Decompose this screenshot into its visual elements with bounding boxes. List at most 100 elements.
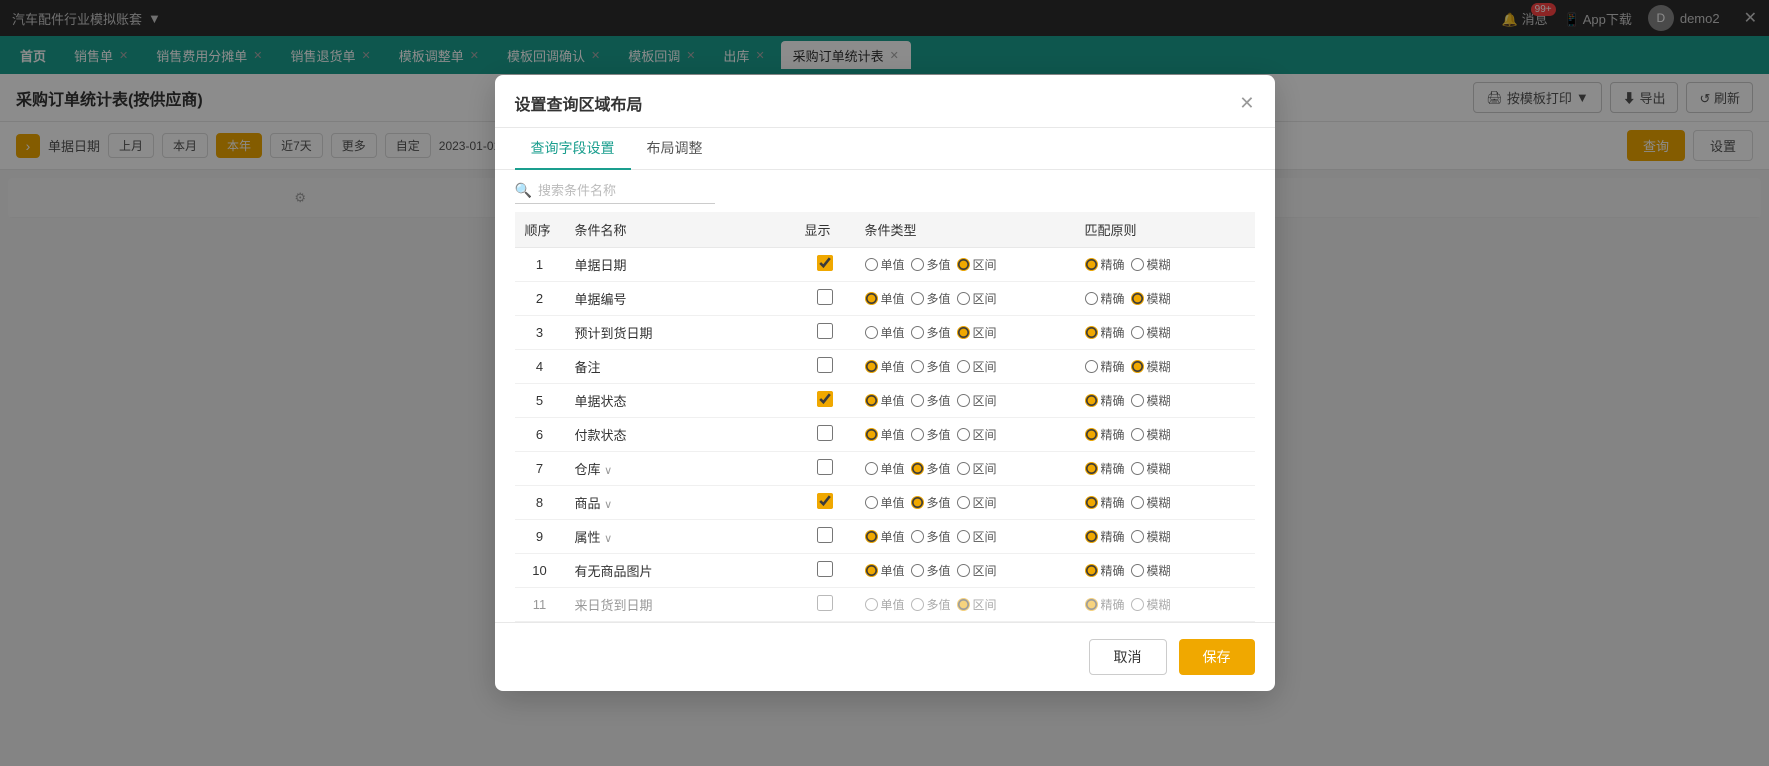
match-option-模糊-5[interactable]: 模糊 [1131,392,1171,409]
display-checkbox-2[interactable] [817,289,833,305]
row-display-9 [795,520,855,554]
type-option-区间-11[interactable]: 区间 [957,596,997,613]
display-checkbox-8[interactable] [817,493,833,509]
type-option-单值-7[interactable]: 单值 [865,460,905,477]
match-option-精确-8[interactable]: 精确 [1085,494,1125,511]
display-checkbox-1[interactable] [817,255,833,271]
type-option-多值-8[interactable]: 多值 [911,494,951,511]
row-display-10 [795,554,855,588]
cancel-button[interactable]: 取消 [1089,639,1167,675]
display-checkbox-5[interactable] [817,391,833,407]
type-option-单值-11[interactable]: 单值 [865,596,905,613]
type-option-单值-6[interactable]: 单值 [865,426,905,443]
match-option-精确-6[interactable]: 精确 [1085,426,1125,443]
type-option-多值-7[interactable]: 多值 [911,460,951,477]
type-option-单值-8[interactable]: 单值 [865,494,905,511]
row-display-3 [795,316,855,350]
type-option-区间-1[interactable]: 区间 [957,256,997,273]
th-condition-name: 条件名称 [565,212,795,248]
display-checkbox-6[interactable] [817,425,833,441]
match-option-精确-7[interactable]: 精确 [1085,460,1125,477]
match-option-模糊-1[interactable]: 模糊 [1131,256,1171,273]
match-option-精确-9[interactable]: 精确 [1085,528,1125,545]
match-option-精确-1[interactable]: 精确 [1085,256,1125,273]
match-option-精确-10[interactable]: 精确 [1085,562,1125,579]
display-checkbox-3[interactable] [817,323,833,339]
match-option-模糊-9[interactable]: 模糊 [1131,528,1171,545]
match-option-模糊-10[interactable]: 模糊 [1131,562,1171,579]
display-checkbox-7[interactable] [817,459,833,475]
type-option-多值-2[interactable]: 多值 [911,290,951,307]
row-type-6: 单值多值区间 [855,418,1075,452]
row-order-2: 2 [515,282,565,316]
display-checkbox-10[interactable] [817,561,833,577]
match-option-模糊-2[interactable]: 模糊 [1131,290,1171,307]
type-option-区间-5[interactable]: 区间 [957,392,997,409]
match-option-模糊-11[interactable]: 模糊 [1131,596,1171,613]
type-option-多值-10[interactable]: 多值 [911,562,951,579]
row-name-7: 仓库 ∨ [565,452,795,486]
match-option-模糊-8[interactable]: 模糊 [1131,494,1171,511]
display-checkbox-9[interactable] [817,527,833,543]
row-type-5: 单值多值区间 [855,384,1075,418]
match-option-模糊-6[interactable]: 模糊 [1131,426,1171,443]
type-option-区间-2[interactable]: 区间 [957,290,997,307]
row-match-5: 精确模糊 [1075,384,1255,418]
type-option-区间-9[interactable]: 区间 [957,528,997,545]
type-option-单值-9[interactable]: 单值 [865,528,905,545]
match-option-模糊-4[interactable]: 模糊 [1131,358,1171,375]
match-option-精确-3[interactable]: 精确 [1085,324,1125,341]
type-option-区间-7[interactable]: 区间 [957,460,997,477]
row-match-3: 精确模糊 [1075,316,1255,350]
modal-tab-query-fields[interactable]: 查询字段设置 [515,128,631,170]
modal-tab-layout[interactable]: 布局调整 [631,128,719,170]
row-type-9: 单值多值区间 [855,520,1075,554]
dropdown-arrow-icon[interactable]: ∨ [604,533,612,545]
dropdown-arrow-icon[interactable]: ∨ [604,465,612,477]
type-option-多值-4[interactable]: 多值 [911,358,951,375]
table-row: 9属性 ∨单值多值区间精确模糊 [515,520,1255,554]
row-order-11: 11 [515,588,565,622]
type-option-单值-5[interactable]: 单值 [865,392,905,409]
modal-close-button[interactable]: ✕ [1239,94,1254,112]
type-option-单值-3[interactable]: 单值 [865,324,905,341]
type-option-单值-10[interactable]: 单值 [865,562,905,579]
display-checkbox-11[interactable] [817,595,833,611]
type-option-多值-5[interactable]: 多值 [911,392,951,409]
type-option-单值-4[interactable]: 单值 [865,358,905,375]
row-order-8: 8 [515,486,565,520]
table-row: 4备注单值多值区间精确模糊 [515,350,1255,384]
th-condition-type: 条件类型 [855,212,1075,248]
condition-search-input[interactable] [538,183,715,198]
table-row: 3预计到货日期单值多值区间精确模糊 [515,316,1255,350]
type-option-多值-1[interactable]: 多值 [911,256,951,273]
table-row: 6付款状态单值多值区间精确模糊 [515,418,1255,452]
match-option-精确-11[interactable]: 精确 [1085,596,1125,613]
match-option-模糊-7[interactable]: 模糊 [1131,460,1171,477]
type-option-区间-3[interactable]: 区间 [957,324,997,341]
modal-tabs: 查询字段设置 布局调整 [495,128,1275,170]
table-row: 10有无商品图片单值多值区间精确模糊 [515,554,1255,588]
display-checkbox-4[interactable] [817,357,833,373]
table-row: 8商品 ∨单值多值区间精确模糊 [515,486,1255,520]
match-option-精确-4[interactable]: 精确 [1085,358,1125,375]
type-option-多值-6[interactable]: 多值 [911,426,951,443]
type-option-区间-8[interactable]: 区间 [957,494,997,511]
type-option-单值-2[interactable]: 单值 [865,290,905,307]
type-option-多值-11[interactable]: 多值 [911,596,951,613]
search-input-wrap: 🔍 [515,182,715,204]
save-button[interactable]: 保存 [1179,639,1255,675]
type-option-区间-10[interactable]: 区间 [957,562,997,579]
match-option-模糊-3[interactable]: 模糊 [1131,324,1171,341]
row-name-6: 付款状态 [565,418,795,452]
match-option-精确-2[interactable]: 精确 [1085,290,1125,307]
type-option-区间-4[interactable]: 区间 [957,358,997,375]
row-match-7: 精确模糊 [1075,452,1255,486]
dropdown-arrow-icon[interactable]: ∨ [604,499,612,511]
type-option-多值-9[interactable]: 多值 [911,528,951,545]
type-option-单值-1[interactable]: 单值 [865,256,905,273]
type-option-区间-6[interactable]: 区间 [957,426,997,443]
table-row: 5单据状态单值多值区间精确模糊 [515,384,1255,418]
type-option-多值-3[interactable]: 多值 [911,324,951,341]
match-option-精确-5[interactable]: 精确 [1085,392,1125,409]
